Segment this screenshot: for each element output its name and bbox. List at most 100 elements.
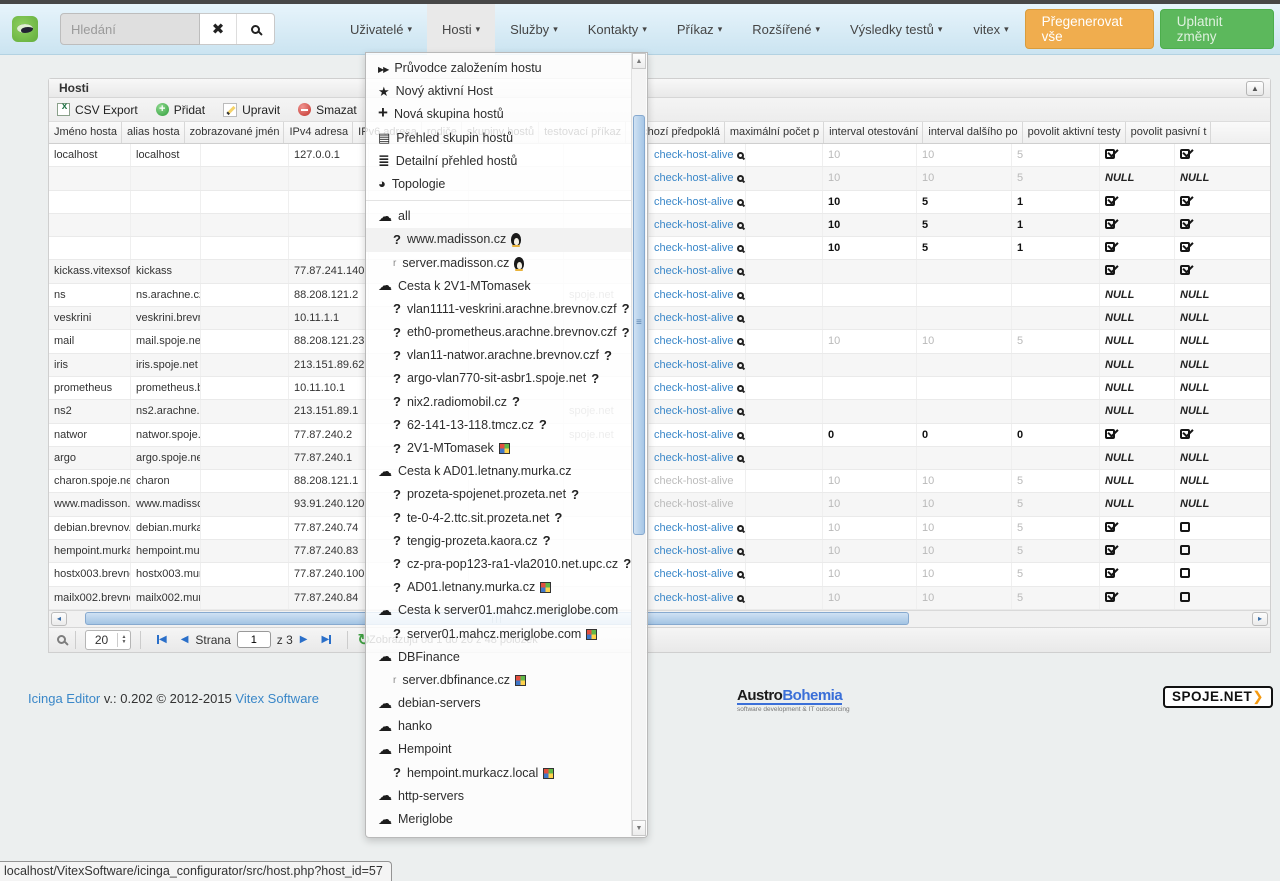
menu-item[interactable]: debian-servers xyxy=(366,692,631,715)
column-header[interactable]: povolit pasivní t xyxy=(1126,122,1212,143)
table-row[interactable]: mail mail.spoje.net 88.208.121.23 check-… xyxy=(49,330,1272,354)
menu-item[interactable]: Služby ▾ xyxy=(495,4,573,55)
checkbox-icon[interactable] xyxy=(1180,591,1190,602)
table-row[interactable]: localhost localhost 127.0.0.1 check-host… xyxy=(49,144,1272,168)
menu-item[interactable]: Kontakty ▾ xyxy=(573,4,662,55)
next-page-button[interactable]: ▶ xyxy=(300,634,308,645)
checkbox-icon[interactable] xyxy=(1105,521,1115,532)
apply-changes-button[interactable]: Uplatnit změny xyxy=(1159,9,1274,49)
check-command-link[interactable]: check-host-alive xyxy=(654,196,733,208)
panel-collapse-button[interactable]: ▲ xyxy=(1246,80,1264,96)
menu-item[interactable]: argo-vlan770-sit-asbr1.spoje.net xyxy=(366,367,631,390)
table-row[interactable]: check-host-alive 10 5 1 xyxy=(49,190,1272,214)
check-command-link[interactable]: check-host-alive xyxy=(654,405,733,417)
checkbox-icon[interactable] xyxy=(1180,545,1190,556)
menu-item[interactable]: hempoint.murkacz.local xyxy=(366,762,631,785)
spinner-arrows-icon[interactable]: ▲ ▼ xyxy=(117,632,130,647)
menu-item[interactable]: Rozšířené ▾ xyxy=(737,4,835,55)
menu-item[interactable]: www.madisson.cz xyxy=(366,228,631,252)
check-command-link[interactable]: check-host-alive xyxy=(654,498,733,510)
check-command-link[interactable]: check-host-alive xyxy=(654,592,733,604)
zoom-icon[interactable] xyxy=(737,571,745,579)
search-clear-button[interactable]: ✖ xyxy=(200,14,237,44)
check-command-link[interactable]: check-host-alive xyxy=(654,545,733,557)
checkbox-icon[interactable] xyxy=(1180,242,1190,253)
zoom-icon[interactable] xyxy=(737,221,745,229)
table-row[interactable]: mailx002.brevnov.r mailx002.murkacz. 77.… xyxy=(49,586,1272,610)
check-command-link[interactable]: check-host-alive xyxy=(654,149,733,161)
column-header[interactable]: Jméno hosta xyxy=(49,122,122,143)
menu-item[interactable]: Nový aktivní Host xyxy=(366,80,631,103)
user-menu[interactable]: vitex ▾ xyxy=(957,22,1024,37)
check-command-link[interactable]: check-host-alive xyxy=(654,242,733,254)
vertical-scroll-thumb[interactable] xyxy=(633,115,645,535)
table-row[interactable]: www.madisson.cz www.madisson.cz 93.91.24… xyxy=(49,493,1272,517)
menu-item[interactable]: AD01.letnany.murka.cz xyxy=(366,576,631,599)
menu-item[interactable]: nix2.radiomobil.cz xyxy=(366,391,631,414)
toolbar-button[interactable]: Přidat xyxy=(155,102,205,117)
checkbox-icon[interactable] xyxy=(1105,242,1115,253)
scroll-down-arrow[interactable]: ▼ xyxy=(632,820,646,836)
regenerate-all-button[interactable]: Přegenerovat vše xyxy=(1024,9,1154,49)
table-row[interactable]: argo argo.spoje.net 77.87.240.1 check-ho… xyxy=(49,446,1272,471)
page-number-input[interactable] xyxy=(236,631,271,649)
menu-item[interactable] xyxy=(366,196,631,205)
check-command-link[interactable]: check-host-alive xyxy=(654,568,733,580)
checkbox-icon[interactable] xyxy=(1180,568,1190,579)
search-button[interactable] xyxy=(237,14,274,44)
menu-item[interactable]: Příkaz ▾ xyxy=(662,4,737,55)
menu-item[interactable]: Průvodce založením hostu xyxy=(366,57,631,80)
checkbox-icon[interactable] xyxy=(1180,195,1190,206)
check-command-link[interactable]: check-host-alive xyxy=(654,475,733,487)
column-header[interactable]: interval dalšího po xyxy=(923,122,1023,143)
checkbox-icon[interactable] xyxy=(1105,428,1115,439)
checkbox-icon[interactable] xyxy=(1180,521,1190,532)
zoom-icon[interactable] xyxy=(737,361,745,369)
scroll-right-arrow[interactable]: ▸ xyxy=(1252,611,1268,626)
zoom-icon[interactable] xyxy=(737,524,745,532)
check-command-link[interactable]: check-host-alive xyxy=(654,522,733,534)
table-row[interactable]: natwor natwor.spoje.net 77.87.240.2 spoj… xyxy=(49,423,1272,447)
icinga-editor-link[interactable]: Icinga Editor xyxy=(28,691,100,706)
toolbar-button[interactable]: Smazat xyxy=(298,103,357,117)
first-page-button[interactable]: ◀ xyxy=(157,634,167,645)
zoom-icon[interactable] xyxy=(737,315,745,323)
menu-item[interactable]: Topologie xyxy=(366,173,631,196)
table-row[interactable]: ns ns.arachne.cz 88.208.121.2 spoje.net … xyxy=(49,283,1272,308)
table-row[interactable]: hempoint.murkacz hempoint.murkacz 77.87.… xyxy=(49,540,1272,564)
horizontal-scrollbar[interactable]: ◂ ▸ xyxy=(49,609,1270,627)
menu-item[interactable]: http-servers xyxy=(366,785,631,808)
table-row[interactable]: iris iris.spoje.net 213.151.89.62 check-… xyxy=(49,353,1272,377)
menu-item[interactable]: tengig-prozeta.kaora.cz xyxy=(366,530,631,553)
column-header[interactable]: interval otestování xyxy=(824,122,924,143)
zoom-icon[interactable] xyxy=(737,175,745,183)
menu-item[interactable]: vlan1111-veskrini.arachne.brevnov.czf xyxy=(366,298,631,321)
checkbox-icon[interactable] xyxy=(1105,218,1115,229)
menu-item[interactable]: server.dbfinance.cz xyxy=(366,669,631,692)
menu-item[interactable]: Výsledky testů ▾ xyxy=(835,4,957,55)
check-command-link[interactable]: check-host-alive xyxy=(654,359,733,371)
menu-item[interactable]: Meriglobe xyxy=(366,808,631,831)
column-header[interactable]: IPv4 adresa xyxy=(284,122,354,143)
toolbar-button[interactable]: CSV Export xyxy=(57,101,138,117)
check-command-link[interactable]: check-host-alive xyxy=(654,265,733,277)
zoom-icon[interactable] xyxy=(737,152,745,159)
checkbox-icon[interactable] xyxy=(1105,545,1115,556)
column-header[interactable]: povolit aktivní testy xyxy=(1023,122,1126,143)
menu-item[interactable]: Nová skupina hostů xyxy=(366,103,631,126)
table-row[interactable]: check-host-alive 10 10 5 NULL NULL xyxy=(49,167,1272,191)
zoom-icon[interactable] xyxy=(737,245,745,253)
checkbox-icon[interactable] xyxy=(1105,149,1115,159)
menu-item[interactable]: vlan11-natwor.arachne.brevnov.czf xyxy=(366,344,631,367)
page-size-spinner[interactable]: 20 ▲ ▼ xyxy=(85,629,131,650)
menu-item[interactable]: Přehled skupin hostů xyxy=(366,127,631,150)
table-row[interactable]: check-host-alive 10 5 1 xyxy=(49,237,1272,261)
zoom-icon[interactable] xyxy=(737,431,745,439)
menu-item[interactable]: eth0-prometheus.arachne.brevnov.czf xyxy=(366,321,631,344)
check-command-link[interactable]: check-host-alive xyxy=(654,312,733,324)
check-command-link[interactable]: check-host-alive xyxy=(654,452,733,464)
menu-item[interactable]: server.madisson.cz xyxy=(366,252,631,275)
menu-item[interactable]: hanko xyxy=(366,715,631,738)
menu-item[interactable]: Cesta k 2V1-MTomasek xyxy=(366,275,631,298)
table-row[interactable]: debian.brevnov.mu debian.murkacz.lo 77.8… xyxy=(49,516,1272,541)
